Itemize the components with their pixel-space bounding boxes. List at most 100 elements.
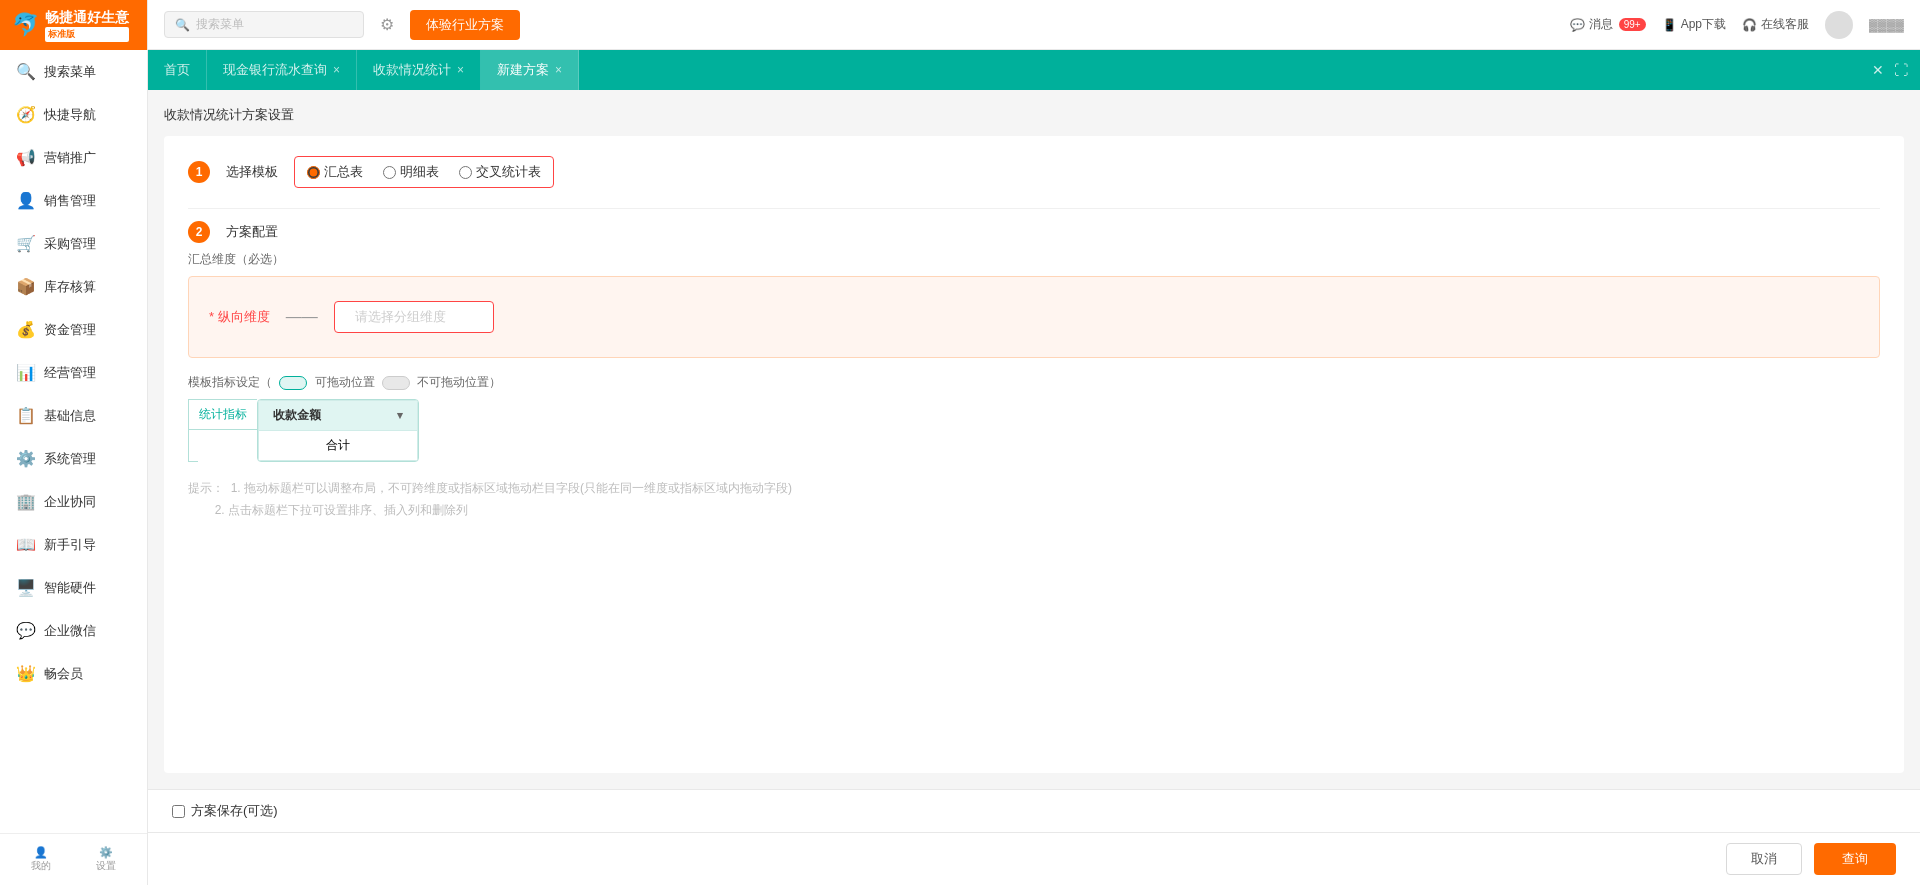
- sidebar-item-6[interactable]: 💰资金管理: [0, 308, 147, 351]
- sidebar-label-11: 新手引导: [44, 536, 96, 554]
- sidebar-icon-5: 📦: [16, 277, 36, 296]
- tab-actions: ✕ ⛶: [1860, 50, 1920, 90]
- sidebar-item-3[interactable]: 👤 销售管理: [0, 179, 147, 222]
- tab-1[interactable]: 现金银行流水查询×: [207, 50, 357, 90]
- sidebar-icon-1: 🧭: [16, 105, 36, 124]
- top-header: 🔍 搜索菜单 ⚙ 体验行业方案 💬 消息 99+ 📱 App下载 🎧 在线客服 …: [148, 0, 1920, 50]
- sidebar-logo: 🐬 畅捷通好生意 标准版: [0, 0, 147, 50]
- sidebar-label-2: 营销推广: [44, 149, 96, 167]
- sidebar-item-4[interactable]: 🛒 采购管理: [0, 222, 147, 265]
- sidebar-bottom-settings[interactable]: ⚙️设置: [78, 846, 136, 873]
- download-btn[interactable]: 📱 App下载: [1662, 16, 1726, 33]
- save-label: 方案保存(可选): [191, 802, 278, 820]
- radio-huizong[interactable]: 汇总表: [307, 163, 363, 181]
- save-checkbox-label[interactable]: 方案保存(可选): [172, 802, 278, 820]
- sidebar: 🐬 畅捷通好生意 标准版 🔍搜索菜单 🧭 快捷导航 📢 营销推广 👤 销售管理 🛒 采购管理 📦库…: [0, 0, 148, 885]
- content-area: 收款情况统计方案设置 1 选择模板 汇总表 明细表: [148, 90, 1920, 789]
- sidebar-label-9: 系统管理: [44, 450, 96, 468]
- tab-close-2[interactable]: ×: [457, 63, 464, 77]
- message-badge: 99+: [1619, 18, 1646, 31]
- search-bar[interactable]: 🔍 搜索菜单: [164, 11, 364, 38]
- radio-mingxi-input[interactable]: [383, 166, 396, 179]
- sidebar-item-8[interactable]: 📋基础信息: [0, 394, 147, 437]
- username: ▓▓▓▓: [1869, 18, 1904, 32]
- tab-2[interactable]: 收款情况统计×: [357, 50, 481, 90]
- sidebar-icon-2: 📢: [16, 148, 36, 167]
- sidebar-label-1: 快捷导航: [44, 106, 96, 124]
- dimension-arrow: ——: [286, 308, 318, 326]
- metrics-cell: 合计: [259, 431, 418, 461]
- settings-icon[interactable]: ⚙: [380, 15, 394, 34]
- sidebar-label-7: 经营管理: [44, 364, 96, 382]
- sidebar-item-10[interactable]: 🏢企业协同: [0, 480, 147, 523]
- logo-text: 畅捷通好生意: [45, 9, 129, 27]
- sidebar-item-1[interactable]: 🧭 快捷导航: [0, 93, 147, 136]
- sidebar-item-14[interactable]: 👑 畅会员: [0, 652, 147, 695]
- tip-section: 提示： 1. 拖动标题栏可以调整布局，不可跨维度或指标区域拖动栏目字段(只能在同…: [188, 478, 1880, 521]
- step1-badge: 1: [188, 161, 210, 183]
- support-btn[interactable]: 🎧 在线客服: [1742, 16, 1809, 33]
- radio-mingxi[interactable]: 明细表: [383, 163, 439, 181]
- radio-jiaocha-input[interactable]: [459, 166, 472, 179]
- sidebar-item-5[interactable]: 📦库存核算: [0, 265, 147, 308]
- radio-huizong-label: 汇总表: [324, 163, 363, 181]
- sidebar-item-13[interactable]: 💬企业微信: [0, 609, 147, 652]
- close-tab-icon[interactable]: ✕: [1872, 62, 1884, 78]
- avatar[interactable]: [1825, 11, 1853, 39]
- header-actions: 💬 消息 99+ 📱 App下载 🎧 在线客服 ▓▓▓▓: [1570, 11, 1904, 39]
- sidebar-label-14: 畅会员: [44, 665, 83, 683]
- step1-row: 1 选择模板 汇总表 明细表 交叉统计表: [188, 156, 1880, 188]
- radio-jiaocha-label: 交叉统计表: [476, 163, 541, 181]
- cancel-button[interactable]: 取消: [1726, 843, 1802, 875]
- col-chevron[interactable]: ▾: [397, 409, 403, 422]
- tab-3[interactable]: 新建方案 ×: [481, 50, 579, 90]
- dimension-area: * 纵向维度 —— 请选择分组维度: [188, 276, 1880, 358]
- tip2: 2. 点击标题栏下拉可设置排序、插入列和删除列: [188, 500, 1880, 522]
- sidebar-item-11[interactable]: 📖新手引导: [0, 523, 147, 566]
- headset-icon: 🎧: [1742, 18, 1757, 32]
- logo-icon: 🐬: [12, 12, 39, 38]
- sidebar-item-2[interactable]: 📢 营销推广: [0, 136, 147, 179]
- save-checkbox[interactable]: [172, 805, 185, 818]
- sidebar-label-6: 资金管理: [44, 321, 96, 339]
- tab-0[interactable]: 首页: [148, 50, 207, 90]
- metrics-table-area: 统计指标 收款金额 ▾: [188, 399, 1880, 462]
- metrics-category-label: 统计指标: [188, 399, 257, 430]
- sidebar-item-0[interactable]: 🔍搜索菜单: [0, 50, 147, 93]
- tab-close-1[interactable]: ×: [333, 63, 340, 77]
- tip1: 提示： 1. 拖动标题栏可以调整布局，不可跨维度或指标区域拖动栏目字段(只能在同…: [188, 478, 1880, 500]
- sidebar-label-13: 企业微信: [44, 622, 96, 640]
- messages-btn[interactable]: 💬 消息 99+: [1570, 16, 1646, 33]
- sidebar-icon-4: 🛒: [16, 234, 36, 253]
- vertical-label: * 纵向维度: [209, 308, 270, 326]
- sidebar-icon-3: 👤: [16, 191, 36, 210]
- maximize-icon[interactable]: ⛶: [1894, 62, 1908, 78]
- radio-huizong-input[interactable]: [307, 166, 320, 179]
- sidebar-icon-14: 👑: [16, 664, 36, 683]
- radio-jiaocha[interactable]: 交叉统计表: [459, 163, 541, 181]
- edition-badge: 标准版: [45, 27, 129, 42]
- tab-close-3[interactable]: ×: [555, 63, 562, 77]
- save-row: 方案保存(可选): [148, 789, 1920, 832]
- main-area: 🔍 搜索菜单 ⚙ 体验行业方案 💬 消息 99+ 📱 App下载 🎧 在线客服 …: [148, 0, 1920, 885]
- sidebar-label-0: 搜索菜单: [44, 63, 96, 81]
- sidebar-icon-12: 🖥️: [16, 578, 36, 597]
- sidebar-icon-8: 📋: [16, 406, 36, 425]
- download-icon: 📱: [1662, 18, 1677, 32]
- sidebar-label-4: 采购管理: [44, 235, 96, 253]
- sidebar-item-9[interactable]: ⚙️系统管理: [0, 437, 147, 480]
- sidebar-item-7[interactable]: 📊经营管理: [0, 351, 147, 394]
- sidebar-label-3: 销售管理: [44, 192, 96, 210]
- sidebar-item-12[interactable]: 🖥️智能硬件: [0, 566, 147, 609]
- sidebar-bottom-user[interactable]: 👤我的: [12, 846, 70, 873]
- query-button[interactable]: 查询: [1814, 843, 1896, 875]
- col-label: 收款金额: [273, 407, 321, 424]
- radio-mingxi-label: 明细表: [400, 163, 439, 181]
- metrics-row: 合计: [259, 431, 418, 461]
- dimension-select[interactable]: 请选择分组维度: [334, 301, 494, 333]
- trial-btn[interactable]: 体验行业方案: [410, 10, 520, 40]
- dimension-title: 汇总维度（必选）: [188, 251, 1880, 268]
- metrics-table: 收款金额 ▾ 合计: [258, 400, 418, 461]
- tab-label-3: 新建方案: [497, 61, 549, 79]
- metrics-col-header: 收款金额 ▾: [259, 401, 418, 431]
